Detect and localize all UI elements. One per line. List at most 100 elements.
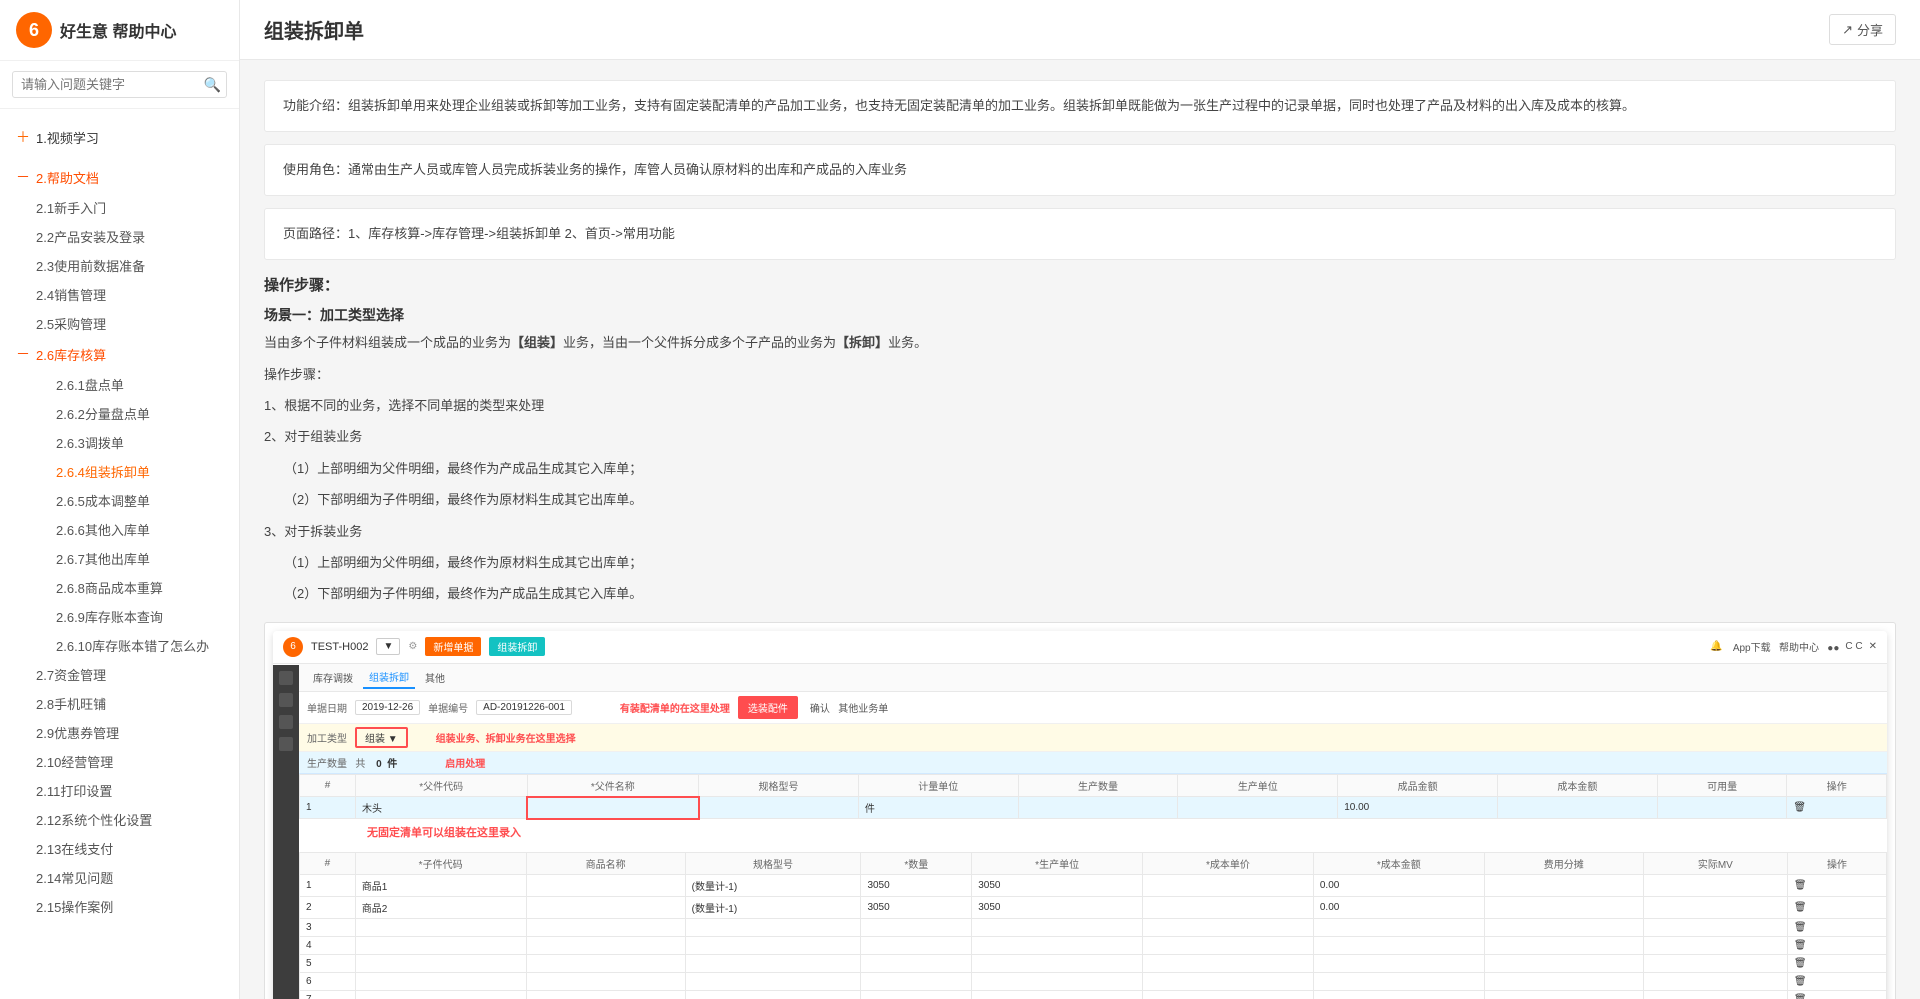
assembly-step2: （2）下部明细为子件明细，最终作为原材料生成其它出库单。 [284, 488, 1896, 511]
mock-th-costamt: 成本金额 [1497, 774, 1657, 797]
sidebar-item-help-docs[interactable]: － 2.帮助文档 [0, 161, 239, 193]
sidebar-item-sales[interactable]: 2.4销售管理 [0, 280, 239, 309]
screenshot-container: 6 TEST-H002 ▼ ⚙ 新增单据 组装拆卸 🔔 App下载 帮助中心 ●… [264, 622, 1896, 999]
mock-titlebar-left: 6 TEST-H002 ▼ ⚙ 新增单据 组装拆卸 [283, 637, 545, 657]
main-content: 功能介绍：组装拆卸单用来处理企业组装或拆卸等加工业务，支持有固定装配清单的产品加… [240, 60, 1920, 999]
mock-tab-assembly-active[interactable]: 组装拆卸 [363, 666, 415, 689]
operation-steps-title: 操作步骤： [264, 274, 1896, 295]
mock-select-bom-btn[interactable]: 选装配件 [738, 696, 798, 719]
plus-icon-1: ＋ [16, 127, 30, 147]
mock-add-btn[interactable]: 新增单据 [425, 637, 481, 656]
mock-left-nav [273, 665, 299, 999]
annotation-no-bom: 无固定清单可以组装在这里录入 [367, 824, 521, 840]
sidebar-item-transfer[interactable]: 2.6.3调拨单 [20, 428, 239, 457]
mock-nav-icon-2 [279, 693, 293, 707]
scene1-title: 场景一：加工类型选择 [264, 305, 1896, 325]
mock-form-label-code: 单据编号 [428, 700, 468, 715]
role-intro-block: 使用角色：通常由生产人员或库管人员完成拆装业务的操作，库管人员确认原材料的出库和… [264, 144, 1896, 196]
table-row-bottom-2: 2 商品2 (数量计-1) 3050 3050 0.00 [300, 896, 1887, 918]
mock-top-table-wrapper: # *父件代码 *父件名称 规格型号 计量单位 生产数量 生产单位 成品金额 成… [299, 774, 1887, 820]
sidebar-item-payment[interactable]: 2.13在线支付 [0, 834, 239, 863]
sidebar-item-inventory-error[interactable]: 2.6.10库存账本错了怎么办 [20, 631, 239, 660]
search-button[interactable]: 🔍 [204, 76, 221, 93]
sidebar-item-partial-stocktake[interactable]: 2.6.2分量盘点单 [20, 399, 239, 428]
sidebar-item-management[interactable]: 2.10经营管理 [0, 747, 239, 776]
minus-icon-2: － [16, 167, 30, 187]
annotation-bom: 有装配清单的在这里处理 [620, 700, 730, 715]
mock-nav-icon-4 [279, 737, 293, 751]
scene1-desc: 当由多个子件材料组装成一个成品的业务为【组装】业务，当由一个父件拆分成多个子产品… [264, 331, 1896, 354]
sidebar-item-finance[interactable]: 2.7资金管理 [0, 660, 239, 689]
mock-th-cprice: 成品金额 [1338, 774, 1498, 797]
path-intro-block: 页面路径：1、库存核算->库存管理->组装拆卸单 2、首页->常用功能 [264, 208, 1896, 260]
mock-form-label-date: 单据日期 [307, 700, 347, 715]
nav-sub-items-26: 2.6.1盘点单 2.6.2分量盘点单 2.6.3调拨单 2.6.4组装拆卸单 … [0, 370, 239, 660]
sidebar: 6 好生意 帮助中心 🔍 ＋ 1.视频学习 － 2.帮助文档 2.1新手入门 2… [0, 0, 240, 999]
mock-th-unit: 计量单位 [858, 774, 1018, 797]
sidebar-item-inventory-query[interactable]: 2.6.9库存账本查询 [20, 602, 239, 631]
mock-user-cc: C C [1845, 641, 1862, 652]
mock-th-num: # [300, 774, 356, 797]
mock-type-label: 加工类型 [307, 730, 347, 745]
mock-form-fields: 单据日期 2019-12-26 单据编号 AD-20191226-001 有装配… [299, 692, 1887, 724]
sidebar-nav: ＋ 1.视频学习 － 2.帮助文档 2.1新手入门 2.2产品安装及登录 2.3… [0, 109, 239, 999]
minus-icon-26: － [16, 344, 30, 364]
search-input[interactable] [12, 71, 227, 98]
step3: 3、对于拆装业务 [264, 520, 1896, 543]
mock-close[interactable]: ✕ [1869, 641, 1877, 652]
mock-tab-active[interactable]: 组装拆卸 [489, 637, 545, 656]
mock-type-row: 加工类型 组装 ▼ 组装业务、拆卸业务在这里选择 [299, 724, 1887, 752]
mock-selector[interactable]: ▼ [376, 638, 400, 655]
sidebar-item-data-prep[interactable]: 2.3使用前数据准备 [0, 251, 239, 280]
sidebar-item-video[interactable]: ＋ 1.视频学习 [0, 121, 239, 153]
mock-arrow-area: 无固定清单可以组装在这里录入 [307, 820, 1879, 850]
mock-nav-icon-3 [279, 715, 293, 729]
mock-code-input[interactable]: AD-20191226-001 [476, 700, 572, 715]
logo-icon: 6 [16, 12, 52, 48]
table-row-bottom-3: 3🗑 [300, 918, 1887, 936]
mock-titlebar-right: 🔔 App下载 帮助中心 ●● C C ✕ [1710, 639, 1877, 654]
table-row-bottom-1: 1 商品1 (数量计-1) 3050 3050 0.00 [300, 874, 1887, 896]
sidebar-item-coupon[interactable]: 2.9优惠券管理 [0, 718, 239, 747]
sidebar-item-faq[interactable]: 2.14常见问题 [0, 863, 239, 892]
sidebar-item-customization[interactable]: 2.12系统个性化设置 [0, 805, 239, 834]
sidebar-item-mobile[interactable]: 2.8手机旺铺 [0, 689, 239, 718]
sidebar-header: 6 好生意 帮助中心 [0, 0, 239, 61]
path-intro-text: 页面路径：1、库存核算->库存管理->组装拆卸单 2、首页->常用功能 [283, 226, 675, 241]
table-row-bottom-5: 5🗑 [300, 954, 1887, 972]
sidebar-item-cases[interactable]: 2.15操作案例 [0, 892, 239, 921]
sidebar-item-label-26: 2.6库存核算 [36, 345, 106, 364]
sidebar-item-label-1: 1.视频学习 [36, 128, 99, 147]
mock-tab-other[interactable]: 其他 [419, 667, 451, 688]
mock-th-produnit: 生产单位 [1178, 774, 1338, 797]
mock-th-pname: *父件名称 [527, 774, 699, 797]
mock-tab-save[interactable]: 库存调拨 [307, 667, 359, 688]
mock-date-input[interactable]: 2019-12-26 [355, 700, 420, 715]
sidebar-item-other-in[interactable]: 2.6.6其他入库单 [20, 515, 239, 544]
sidebar-item-stocktake[interactable]: 2.6.1盘点单 [20, 370, 239, 399]
sidebar-item-print[interactable]: 2.11打印设置 [0, 776, 239, 805]
mock-form-area: 库存调拨 组装拆卸 其他 单据日期 2019-12-26 单据编号 AD-201… [299, 664, 1887, 999]
main-header: 组装拆卸单 ↗ 分享 [240, 0, 1920, 60]
annotation-type: 组装业务、拆卸业务在这里选择 [436, 730, 576, 745]
sidebar-item-assembly[interactable]: 2.6.4组装拆卸单 [20, 457, 239, 486]
nav-section-1: ＋ 1.视频学习 [0, 117, 239, 157]
mock-bottom-table: # *子件代码 商品名称 规格型号 *数量 *生产单位 *成本单价 *成本金额 … [299, 852, 1887, 999]
share-button[interactable]: ↗ 分享 [1829, 14, 1896, 45]
sidebar-item-purchase[interactable]: 2.5采购管理 [0, 309, 239, 338]
mock-app-icons: App下载 帮助中心 ●● [1733, 639, 1840, 654]
mock-alert-icon: 🔔 [1710, 641, 1722, 652]
mock-company: TEST-H002 [311, 641, 368, 653]
sidebar-item-other-out[interactable]: 2.6.7其他出库单 [20, 544, 239, 573]
function-intro-text: 功能介绍：组装拆卸单用来处理企业组装或拆卸等加工业务，支持有固定装配清单的产品加… [283, 98, 1635, 113]
mock-top-table: # *父件代码 *父件名称 规格型号 计量单位 生产数量 生产单位 成品金额 成… [299, 774, 1887, 820]
mock-type-select[interactable]: 组装 ▼ [355, 727, 408, 748]
sidebar-item-newbie[interactable]: 2.1新手入门 [0, 193, 239, 222]
sidebar-item-cost-adjust[interactable]: 2.6.5成本调整单 [20, 486, 239, 515]
main-content-area: 组装拆卸单 ↗ 分享 功能介绍：组装拆卸单用来处理企业组装或拆卸等加工业务，支持… [240, 0, 1920, 999]
sidebar-item-cost-recalc[interactable]: 2.6.8商品成本重算 [20, 573, 239, 602]
disassembly-step2: （2）下部明细为子件明细，最终作为产成品生成其它入库单。 [284, 582, 1896, 605]
sidebar-item-inventory[interactable]: － 2.6库存核算 [0, 338, 239, 370]
step2: 2、对于组装业务 [264, 425, 1896, 448]
sidebar-item-install[interactable]: 2.2产品安装及登录 [0, 222, 239, 251]
